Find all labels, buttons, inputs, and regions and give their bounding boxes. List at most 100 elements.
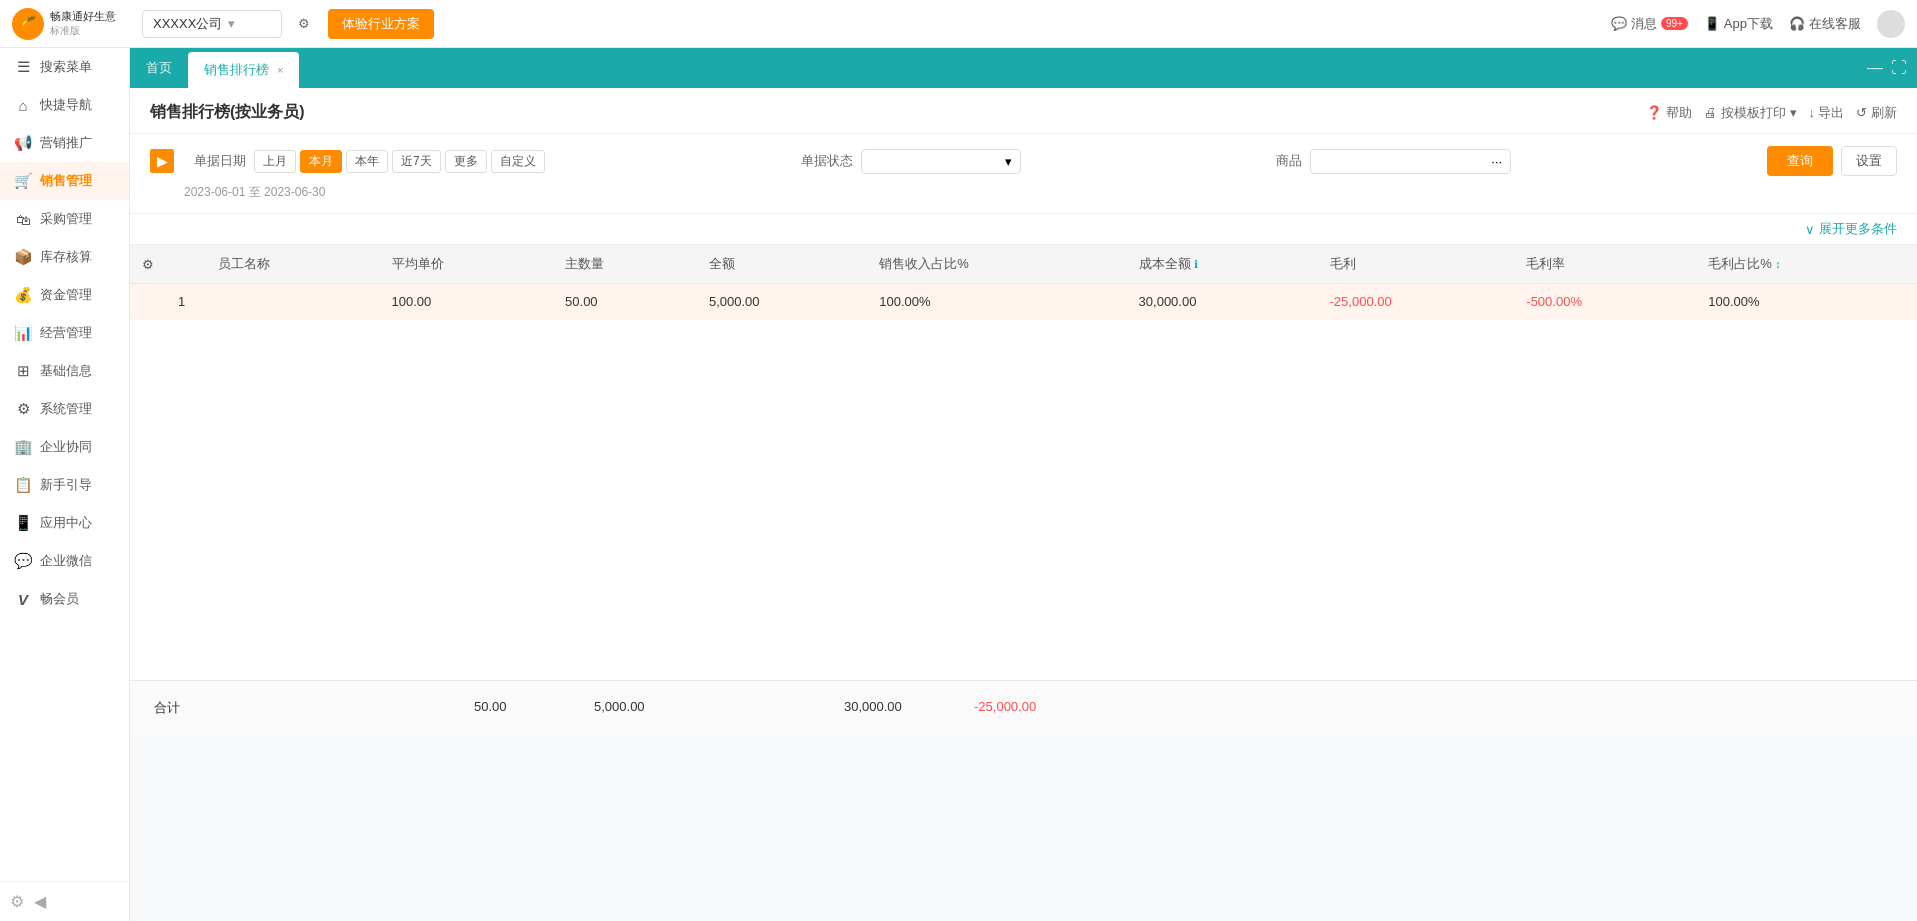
user-avatar[interactable] — [1877, 10, 1905, 38]
expand-conditions-button[interactable]: ∨ 展开更多条件 — [1805, 220, 1897, 238]
operations-icon: 📊 — [14, 324, 32, 342]
trial-button[interactable]: 体验行业方案 — [328, 9, 434, 39]
sidebar-enterprise-wechat-label: 企业微信 — [40, 552, 92, 570]
online-service-button[interactable]: 🎧 在线客服 — [1789, 15, 1861, 33]
logo-text: 畅康通好生意 — [50, 9, 116, 23]
sidebar-item-system[interactable]: ⚙ 系统管理 — [0, 390, 129, 428]
tab-sales-ranking[interactable]: 销售排行榜 × — [188, 52, 299, 88]
topbar-right: 💬 消息 99+ 📱 App下载 🎧 在线客服 — [1611, 10, 1905, 38]
app-download-button[interactable]: 📱 App下载 — [1704, 15, 1773, 33]
export-button[interactable]: ↓ 导出 — [1809, 104, 1845, 122]
logo-icon: 🍊 — [12, 8, 44, 40]
cell-avg-price: 100.00 — [380, 284, 554, 320]
company-selector[interactable]: XXXXX公司 ▾ — [142, 10, 282, 38]
settings-button[interactable]: 设置 — [1841, 146, 1897, 176]
cell-name — [206, 284, 380, 320]
date-btn-last-7-days[interactable]: 近7天 — [392, 150, 441, 173]
sidebar-operations-label: 经营管理 — [40, 324, 92, 342]
topbar-settings-button[interactable]: ⚙ — [290, 10, 318, 38]
sidebar-item-basic-info[interactable]: ⊞ 基础信息 — [0, 352, 129, 390]
tab-right-actions: — ⛶ — [1867, 59, 1917, 77]
footer-sales-pct — [712, 691, 832, 725]
date-btn-this-year[interactable]: 本年 — [346, 150, 388, 173]
date-btn-last-month[interactable]: 上月 — [254, 150, 296, 173]
date-btn-custom[interactable]: 自定义 — [491, 150, 545, 173]
expand-label: 展开更多条件 — [1819, 220, 1897, 238]
sidebar-system-label: 系统管理 — [40, 400, 92, 418]
sidebar-item-newbie[interactable]: 📋 新手引导 — [0, 466, 129, 504]
system-icon: ⚙ — [14, 400, 32, 418]
profit-pct-sort-icon[interactable]: ↕ — [1775, 258, 1781, 270]
sidebar-item-sales[interactable]: 🛒 销售管理 — [0, 162, 129, 200]
help-icon: ❓ — [1646, 105, 1662, 120]
sidebar-item-operations[interactable]: 📊 经营管理 — [0, 314, 129, 352]
help-button[interactable]: ❓ 帮助 — [1646, 104, 1692, 122]
table-footer: 合计 50.00 5,000.00 30,000.00 -25,000.00 — [130, 680, 1917, 735]
download-icon: 📱 — [1704, 16, 1720, 31]
sidebar-item-finance[interactable]: 💰 资金管理 — [0, 276, 129, 314]
cost-info-icon[interactable]: ℹ — [1194, 258, 1198, 270]
th-cost: 成本全额 ℹ — [1127, 245, 1318, 284]
cell-settings — [130, 284, 166, 320]
sidebar-marketing-label: 营销推广 — [40, 134, 92, 152]
refresh-button[interactable]: ↺ 刷新 — [1856, 104, 1897, 122]
page-actions: ❓ 帮助 🖨 按模板打印 ▾ ↓ 导出 ↺ — [1646, 104, 1898, 122]
th-name: 员工名称 — [206, 245, 380, 284]
status-select-arrow: ▾ — [1005, 154, 1012, 169]
sidebar-item-inventory[interactable]: 📦 库存核算 — [0, 238, 129, 276]
footer-amount: 5,000.00 — [582, 691, 712, 725]
date-btn-group: 上月 本月 本年 近7天 更多 自定义 — [254, 150, 545, 173]
sidebar-item-enterprise[interactable]: 🏢 企业协同 — [0, 428, 129, 466]
sidebar-item-quick-nav[interactable]: ⌂ 快捷导航 — [0, 86, 129, 124]
logo-text-area: 畅康通好生意 标准版 — [50, 9, 116, 37]
table-body: 1 100.00 50.00 5,000.00 100.00% 30,000.0… — [130, 284, 1917, 320]
footer-quantity: 50.00 — [462, 691, 582, 725]
help-label: 帮助 — [1666, 104, 1692, 122]
status-select[interactable]: ▾ — [861, 149, 1021, 174]
query-button[interactable]: 查询 — [1767, 146, 1833, 176]
th-profit: 毛利 — [1318, 245, 1515, 284]
cell-profit: -25,000.00 — [1318, 284, 1515, 320]
filter-action-buttons: 查询 设置 — [1767, 146, 1897, 176]
sidebar-item-app-center[interactable]: 📱 应用中心 — [0, 504, 129, 542]
empty-space — [130, 320, 1917, 680]
tab-home[interactable]: 首页 — [130, 48, 188, 88]
newbie-icon: 📋 — [14, 476, 32, 494]
filter-toggle-arrow[interactable]: ▶ — [150, 149, 174, 173]
print-button[interactable]: 🖨 按模板打印 ▾ — [1704, 104, 1797, 122]
date-btn-more[interactable]: 更多 — [445, 150, 487, 173]
message-button[interactable]: 💬 消息 99+ — [1611, 15, 1688, 33]
th-settings[interactable]: ⚙ — [130, 245, 166, 284]
sidebar-purchase-label: 采购管理 — [40, 210, 92, 228]
sidebar-item-purchase[interactable]: 🛍 采购管理 — [0, 200, 129, 238]
basic-info-icon: ⊞ — [14, 362, 32, 380]
sidebar-item-enterprise-wechat[interactable]: 💬 企业微信 — [0, 542, 129, 580]
table-header-row: ⚙ 员工名称 平均单价 主数量 全额 销售收入占比% 成本全额 ℹ 毛利 毛利率 — [130, 245, 1917, 284]
enterprise-icon: 🏢 — [14, 438, 32, 456]
th-quantity: 主数量 — [553, 245, 697, 284]
message-label: 消息 — [1631, 15, 1657, 33]
sidebar-sales-label: 销售管理 — [40, 172, 92, 190]
sidebar-item-search[interactable]: ☰ 搜索菜单 — [0, 48, 129, 86]
tab-fullscreen-icon[interactable]: ⛶ — [1891, 59, 1907, 77]
th-rank — [166, 245, 206, 284]
sidebar-quick-nav-label: 快捷导航 — [40, 96, 92, 114]
tab-home-label: 首页 — [146, 59, 172, 77]
tab-minimize-icon[interactable]: — — [1867, 59, 1883, 77]
footer-avg-price — [342, 691, 462, 725]
goods-input[interactable]: ··· — [1310, 149, 1511, 174]
tab-close-icon[interactable]: × — [277, 64, 283, 76]
sidebar-item-member[interactable]: V 畅会员 — [0, 580, 129, 618]
sidebar-collapse-icon[interactable]: ◀ — [34, 892, 46, 911]
footer-profit: -25,000.00 — [962, 691, 1048, 725]
cell-quantity: 50.00 — [553, 284, 697, 320]
footer-cost: 30,000.00 — [832, 691, 962, 725]
goods-input-field[interactable] — [1319, 154, 1487, 169]
table-header: ⚙ 员工名称 平均单价 主数量 全额 销售收入占比% 成本全额 ℹ 毛利 毛利率 — [130, 245, 1917, 284]
sidebar-finance-label: 资金管理 — [40, 286, 92, 304]
wechat-icon: 💬 — [14, 552, 32, 570]
sidebar-item-marketing[interactable]: 📢 营销推广 — [0, 124, 129, 162]
sidebar-settings-icon[interactable]: ⚙ — [10, 892, 24, 911]
date-btn-this-month[interactable]: 本月 — [300, 150, 342, 173]
member-icon: V — [14, 591, 32, 608]
